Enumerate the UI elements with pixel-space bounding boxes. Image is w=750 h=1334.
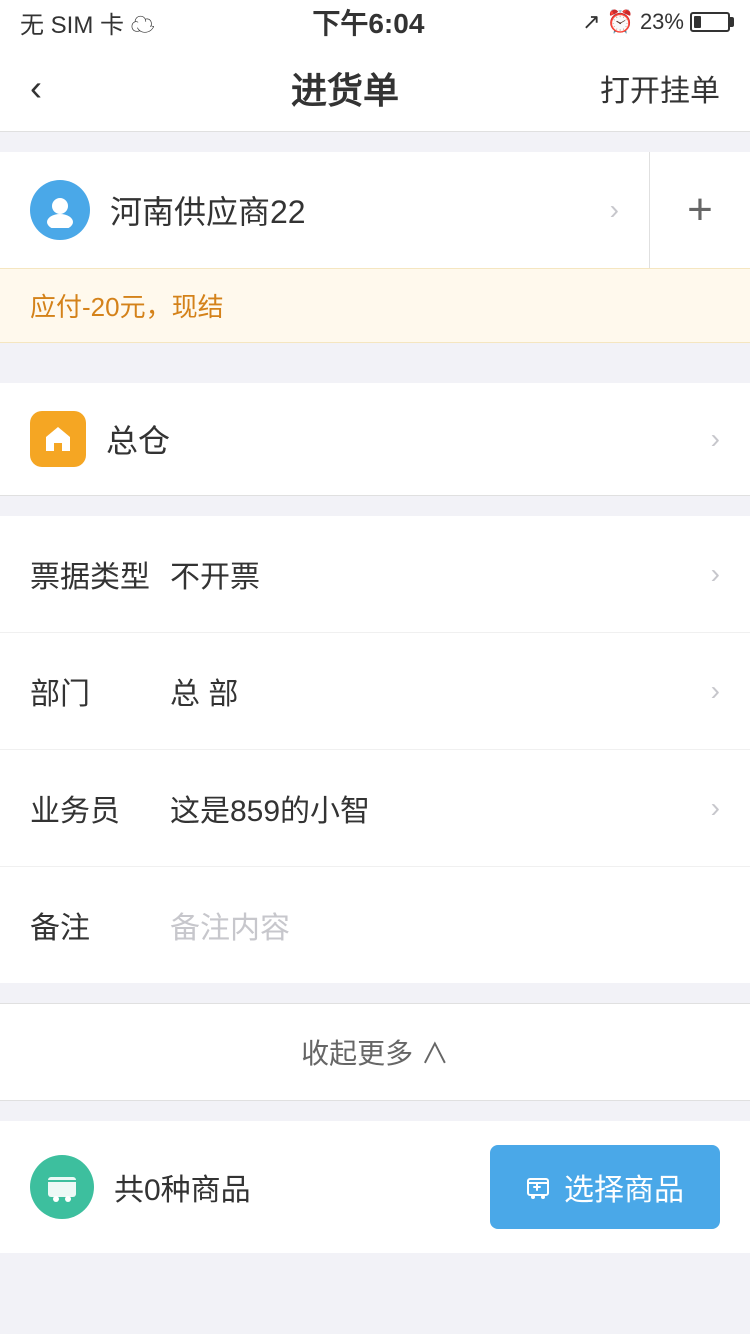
battery-icon <box>690 12 730 32</box>
add-supplier-button[interactable]: + <box>650 157 750 263</box>
salesperson-row[interactable]: 业务员 这是859的小智 › <box>0 750 750 867</box>
remark-input[interactable]: 备注内容 <box>150 903 720 947</box>
invoice-label: 票据类型 <box>30 552 150 596</box>
product-icon <box>30 1155 94 1219</box>
content-area: 河南供应商22 › + 应付-20元，现结 总仓 › 票据类型 不开票 › 部门… <box>0 132 750 1253</box>
warehouse-name: 总仓 <box>106 416 701 462</box>
salesperson-chevron-icon: › <box>711 792 720 824</box>
supplier-avatar <box>30 180 90 240</box>
back-button[interactable]: ‹ <box>30 67 90 109</box>
status-bar: 无 SIM 卡 ☁ 下午6:04 ↗ ⏰ 23% <box>0 0 750 44</box>
department-row[interactable]: 部门 总 部 › <box>0 633 750 750</box>
notice-text: 应付-20元，现结 <box>30 292 224 322</box>
invoice-chevron-icon: › <box>711 558 720 590</box>
open-pending-button[interactable]: 打开挂单 <box>600 66 720 110</box>
status-left: 无 SIM 卡 ☁ <box>20 5 155 40</box>
house-icon <box>42 423 74 455</box>
gap-1 <box>0 132 750 152</box>
supplier-chevron-icon: › <box>610 194 619 226</box>
alarm-icon: ⏰ <box>607 9 634 35</box>
supplier-section: 河南供应商22 › + <box>0 152 750 268</box>
collapse-text: 收起更多 ∧ <box>301 1038 449 1069</box>
remark-label: 备注 <box>30 903 150 947</box>
warehouse-chevron-icon: › <box>711 423 720 455</box>
select-product-label: 选择商品 <box>564 1165 684 1209</box>
warehouse-icon <box>30 411 86 467</box>
status-right: ↗ ⏰ 23% <box>582 9 730 35</box>
cart-icon <box>44 1169 80 1205</box>
department-value: 总 部 <box>150 669 701 713</box>
add-cart-icon <box>526 1173 554 1201</box>
salesperson-label: 业务员 <box>30 786 150 830</box>
person-icon <box>42 192 78 228</box>
invoice-value: 不开票 <box>150 552 701 596</box>
collapse-row[interactable]: 收起更多 ∧ <box>0 1003 750 1101</box>
battery-percent: 23% <box>640 9 684 35</box>
gap-2 <box>0 343 750 363</box>
warehouse-section[interactable]: 总仓 › <box>0 383 750 496</box>
remark-row[interactable]: 备注 备注内容 <box>0 867 750 983</box>
no-sim-text: 无 SIM 卡 ☁ <box>20 5 155 40</box>
notice-banner: 应付-20元，现结 <box>0 268 750 343</box>
page-title: 进货单 <box>291 62 399 114</box>
status-time: 下午6:04 <box>312 2 424 42</box>
supplier-name: 河南供应商22 <box>110 187 600 233</box>
department-label: 部门 <box>30 669 150 713</box>
location-icon: ↗ <box>582 9 600 35</box>
product-count: 共0种商品 <box>114 1165 490 1209</box>
form-section: 票据类型 不开票 › 部门 总 部 › 业务员 这是859的小智 › 备注 备注… <box>0 516 750 983</box>
supplier-row[interactable]: 河南供应商22 › <box>0 152 650 268</box>
invoice-row[interactable]: 票据类型 不开票 › <box>0 516 750 633</box>
salesperson-value: 这是859的小智 <box>150 786 701 830</box>
nav-bar: ‹ 进货单 打开挂单 <box>0 44 750 132</box>
product-bar: 共0种商品 选择商品 <box>0 1121 750 1253</box>
select-product-button[interactable]: 选择商品 <box>490 1145 720 1229</box>
department-chevron-icon: › <box>711 675 720 707</box>
